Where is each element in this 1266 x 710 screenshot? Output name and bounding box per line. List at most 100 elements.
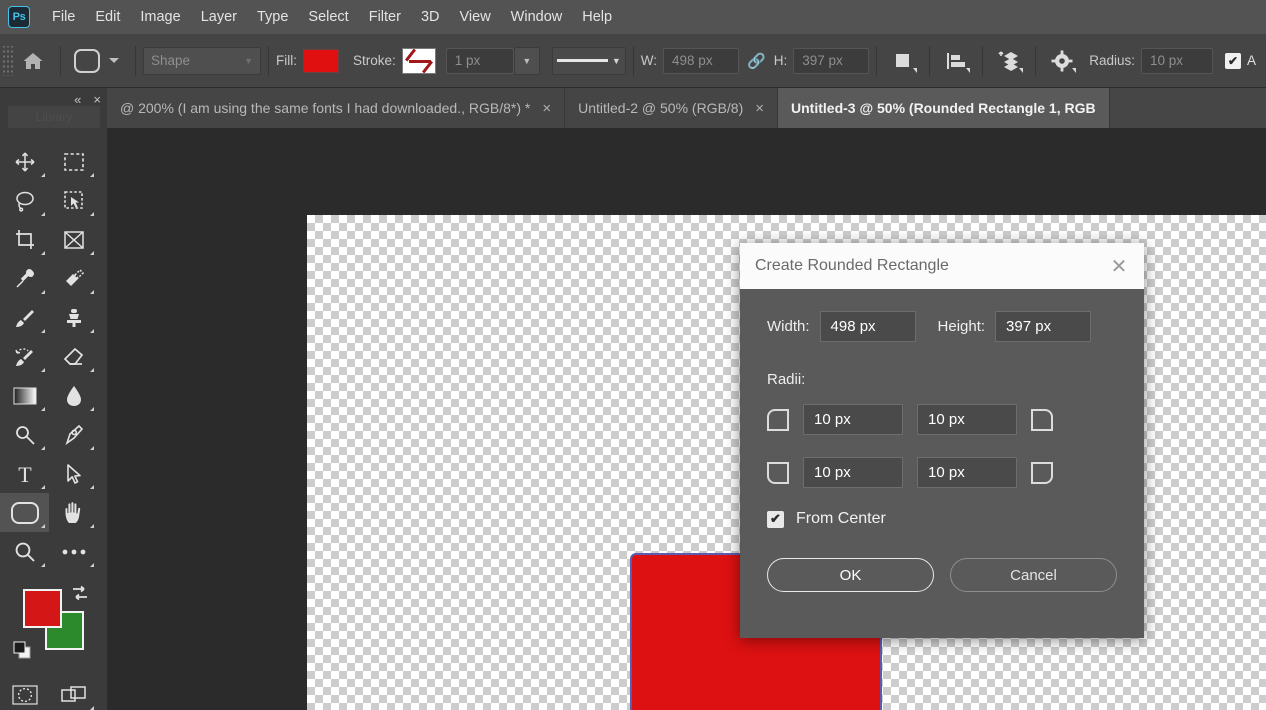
height-input[interactable]: 397 px xyxy=(793,47,870,74)
radius-bottom-left-value: 10 px xyxy=(814,464,851,481)
menu-edit[interactable]: Edit xyxy=(85,5,130,29)
dialog-height-input[interactable]: 397 px xyxy=(995,311,1092,342)
shape-preset-chevron-down-icon[interactable] xyxy=(109,58,119,63)
height-label: Height: xyxy=(937,318,986,335)
history-brush-tool[interactable] xyxy=(0,337,49,376)
menu-type[interactable]: Type xyxy=(247,5,298,29)
zoom-tool[interactable] xyxy=(0,532,49,571)
swap-arrows-icon[interactable] xyxy=(70,585,90,610)
width-input[interactable]: 498 px xyxy=(663,47,740,74)
radius-top-left-input[interactable]: 10 px xyxy=(803,404,903,435)
radius-value: 10 px xyxy=(1150,53,1184,68)
height-label: H: xyxy=(773,53,788,68)
move-tool[interactable] xyxy=(0,142,49,181)
eyedropper-tool[interactable] xyxy=(0,259,49,298)
panel-ghost-tab: Library xyxy=(8,106,100,128)
menu-3d[interactable]: 3D xyxy=(411,5,450,29)
path-arrangement-icon[interactable] xyxy=(990,44,1028,78)
corner-bottom-right-icon[interactable] xyxy=(1031,461,1053,484)
menu-layer[interactable]: Layer xyxy=(191,5,247,29)
rounded-rectangle-tool[interactable] xyxy=(0,493,49,532)
menu-select[interactable]: Select xyxy=(298,5,358,29)
corner-bottom-left-icon[interactable] xyxy=(767,461,789,484)
gear-icon[interactable] xyxy=(1043,44,1081,78)
document-tab-1[interactable]: @ 200% (I am using the same fonts I had … xyxy=(107,88,566,128)
menu-image[interactable]: Image xyxy=(130,5,190,29)
frame-tool[interactable] xyxy=(49,220,98,259)
stroke-style-select[interactable]: ▼ xyxy=(551,46,626,75)
color-swatches xyxy=(0,579,107,669)
radius-top-right-input[interactable]: 10 px xyxy=(917,404,1017,435)
radius-bottom-right-value: 10 px xyxy=(928,464,965,481)
document-tab-2-close-icon[interactable]: × xyxy=(755,100,764,117)
from-center-row: ✔ From Center xyxy=(767,510,1117,528)
dialog-width-input[interactable]: 498 px xyxy=(819,311,916,342)
stroke-width-input[interactable]: 1 px xyxy=(445,47,514,74)
radii-row-top: 10 px 10 px xyxy=(767,404,1117,435)
rounded-rectangle-icon[interactable] xyxy=(74,48,100,73)
menu-bar: Ps File Edit Image Layer Type Select Fil… xyxy=(0,0,1266,34)
eraser-tool[interactable] xyxy=(49,337,98,376)
align-edges-label: A xyxy=(1247,53,1257,68)
radius-bottom-right-input[interactable]: 10 px xyxy=(917,457,1017,488)
corner-top-right-icon[interactable] xyxy=(1031,408,1053,431)
menu-file[interactable]: File xyxy=(42,5,85,29)
corner-top-left-icon[interactable] xyxy=(767,408,789,431)
edit-toolbar-tool[interactable] xyxy=(49,532,98,571)
stroke-color-swatch[interactable] xyxy=(401,47,436,74)
svg-text:T: T xyxy=(18,463,32,485)
radius-input[interactable]: 10 px xyxy=(1141,47,1213,74)
from-center-checkbox[interactable]: ✔ xyxy=(767,510,784,528)
chevron-down-icon: ▼ xyxy=(244,55,253,66)
ok-button[interactable]: OK xyxy=(767,558,934,592)
stroke-width-chevron-down-icon[interactable]: ▼ xyxy=(513,46,540,75)
gradient-tool[interactable] xyxy=(0,376,49,415)
separator xyxy=(929,45,931,76)
path-alignment-icon[interactable] xyxy=(937,44,975,78)
tool-mode-select[interactable]: Shape ▼ xyxy=(143,46,261,75)
rectangular-marquee-tool[interactable] xyxy=(49,142,98,181)
home-icon[interactable] xyxy=(13,41,53,81)
fill-color-swatch[interactable] xyxy=(303,48,339,73)
pen-tool[interactable] xyxy=(49,415,98,454)
document-tab-3[interactable]: Untitled-3 @ 50% (Rounded Rectangle 1, R… xyxy=(778,88,1110,128)
brush-tool[interactable] xyxy=(0,298,49,337)
menu-view[interactable]: View xyxy=(450,5,501,29)
screen-mode-button[interactable] xyxy=(49,675,98,710)
blur-droplet-icon[interactable] xyxy=(49,376,98,415)
crop-tool[interactable] xyxy=(0,220,49,259)
menu-filter[interactable]: Filter xyxy=(359,5,411,29)
radius-bottom-left-input[interactable]: 10 px xyxy=(803,457,903,488)
quick-mask-button[interactable] xyxy=(0,675,49,710)
link-chain-icon[interactable]: 🔗 xyxy=(747,52,766,70)
document-tab-2[interactable]: Untitled-2 @ 50% (RGB/8) × xyxy=(565,88,779,128)
menu-help[interactable]: Help xyxy=(572,5,622,29)
object-selection-tool[interactable] xyxy=(49,181,98,220)
default-colors-icon[interactable] xyxy=(13,641,33,666)
dialog-width-value: 498 px xyxy=(830,318,876,335)
close-icon[interactable]: ✕ xyxy=(1104,251,1134,281)
dialog-buttons: OK Cancel xyxy=(767,558,1117,592)
options-bar-grip[interactable] xyxy=(3,45,13,76)
foreground-color-swatch[interactable] xyxy=(23,589,62,628)
dialog-title: Create Rounded Rectangle xyxy=(755,257,949,274)
radius-top-left-value: 10 px xyxy=(814,411,851,428)
lasso-tool[interactable] xyxy=(0,181,49,220)
path-operations-icon[interactable] xyxy=(884,44,922,78)
cancel-button[interactable]: Cancel xyxy=(950,558,1117,592)
separator xyxy=(876,45,878,76)
hand-tool[interactable] xyxy=(49,493,98,532)
align-edges-checkbox[interactable]: ✔ xyxy=(1225,52,1241,69)
dialog-titlebar: Create Rounded Rectangle ✕ xyxy=(740,243,1144,289)
clone-stamp-tool[interactable] xyxy=(49,298,98,337)
document-tab-1-close-icon[interactable]: × xyxy=(542,100,551,117)
width-value: 498 px xyxy=(672,53,713,68)
path-selection-tool[interactable] xyxy=(49,454,98,493)
document-tab-bar: @ 200% (I am using the same fonts I had … xyxy=(107,88,1266,128)
type-tool[interactable]: T xyxy=(0,454,49,493)
dodge-tool[interactable] xyxy=(0,415,49,454)
document-tab-3-label: Untitled-3 @ 50% (Rounded Rectangle 1, R… xyxy=(791,100,1096,116)
menu-window[interactable]: Window xyxy=(501,5,573,29)
spot-healing-brush-tool[interactable] xyxy=(49,259,98,298)
fill-label: Fill: xyxy=(276,53,297,68)
